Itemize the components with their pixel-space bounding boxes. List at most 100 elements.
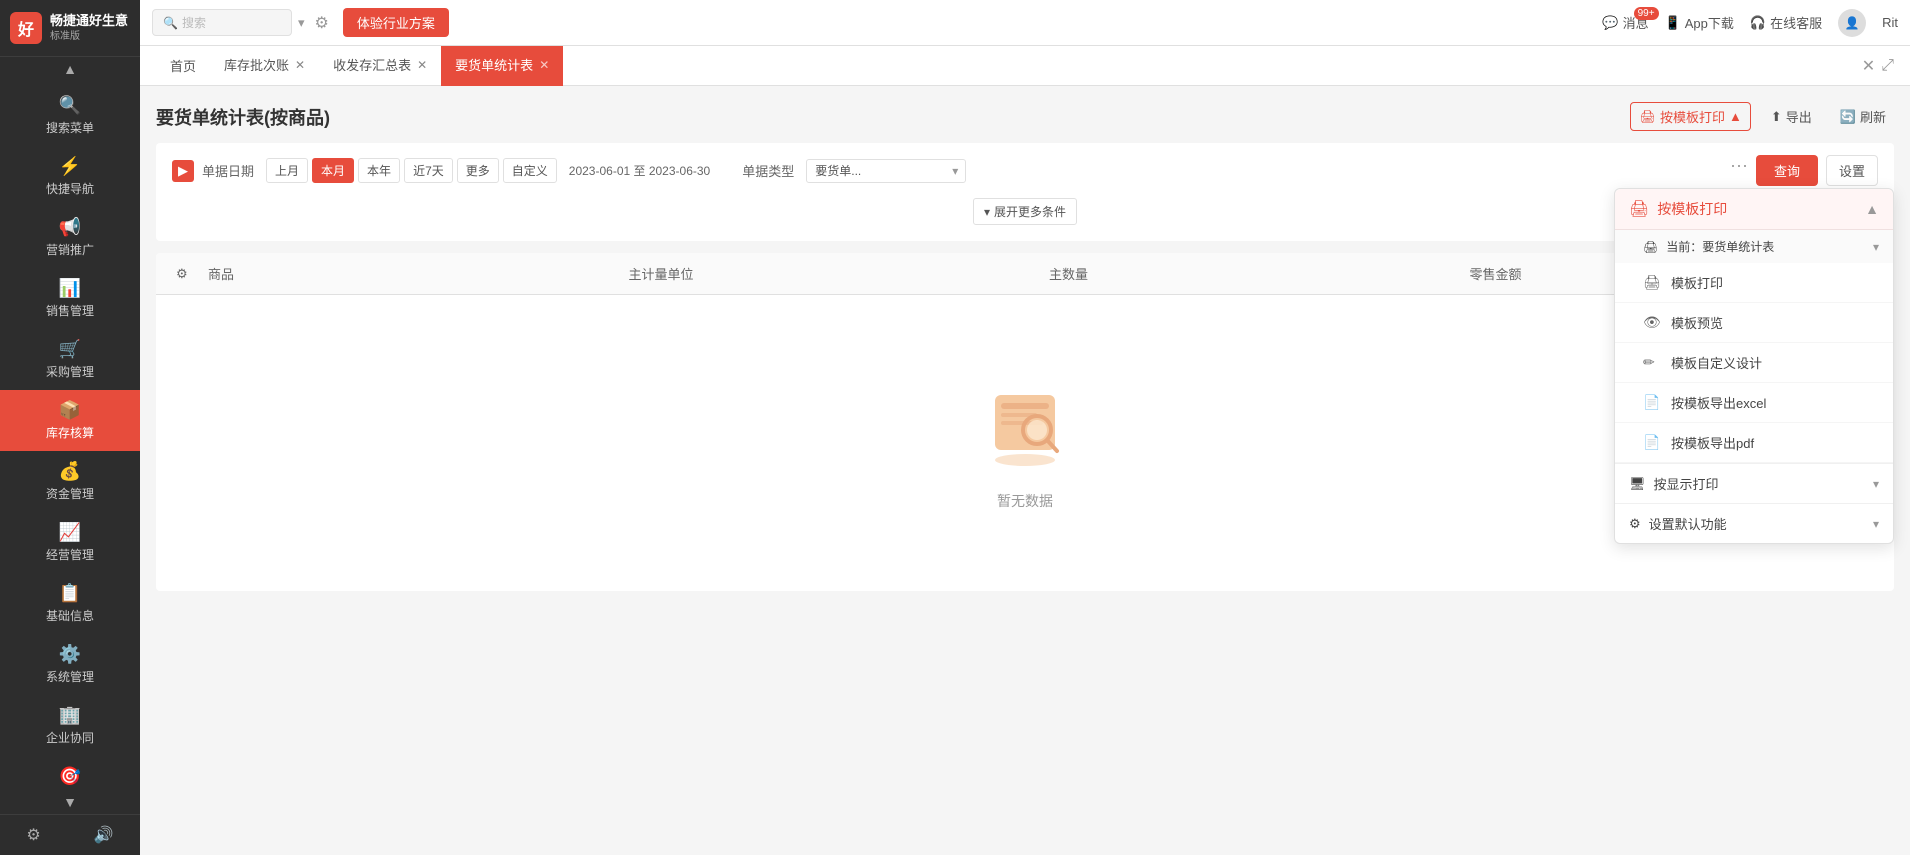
app-download-btn[interactable]: 📱 App下载 bbox=[1665, 13, 1734, 32]
refresh-icon: 🔄 bbox=[1840, 109, 1856, 125]
search-placeholder-text: 搜索 bbox=[182, 14, 206, 31]
topbar-chevron-icon[interactable]: ▾ bbox=[298, 15, 305, 31]
sidebar-item-operation[interactable]: 📈 经营管理 bbox=[0, 512, 140, 573]
dropdown-default-func[interactable]: ⚙ 设置默认功能 ▾ bbox=[1615, 503, 1893, 543]
sidebar-scroll-up[interactable]: ▲ bbox=[0, 57, 140, 81]
date-btn-7days[interactable]: 近7天 bbox=[404, 158, 453, 183]
sidebar-scroll-down[interactable]: ▼ bbox=[0, 790, 140, 814]
sidebar-item-finance[interactable]: 💰 资金管理 bbox=[0, 451, 140, 512]
dropdown-item-template-print[interactable]: 🖨 模板打印 bbox=[1615, 263, 1893, 303]
print-dropdown-menu: 🖨 按模板打印 ▲ 🖨 当前：要货单统计表 ▾ 🖨 模板打印 👁 模板预览 bbox=[1614, 188, 1894, 544]
sidebar-item-marketing[interactable]: 📢 营销推广 bbox=[0, 207, 140, 268]
date-filter-label: 单据日期 bbox=[202, 161, 254, 180]
expand-label: 展开更多条件 bbox=[994, 203, 1066, 220]
page-actions: 🖨 按模板打印 ▲ ⬆ 导出 🔄 刷新 bbox=[1630, 102, 1894, 131]
purchase-icon: 🛒 bbox=[59, 339, 81, 360]
sales-icon: 📊 bbox=[59, 278, 81, 299]
tab-close-icon[interactable]: ✕ bbox=[417, 58, 427, 72]
date-btn-this-year[interactable]: 本年 bbox=[358, 158, 400, 183]
refresh-label: 刷新 bbox=[1860, 107, 1886, 126]
sidebar-item-guide[interactable]: 🎯 新手引导 bbox=[0, 756, 140, 790]
date-btn-custom[interactable]: 自定义 bbox=[503, 158, 557, 183]
sidebar: 好 畅捷通好生意 标准版 ▲ 🔍 搜索菜单 ⚡ 快捷导航 📢 营销推广 📊 销售… bbox=[0, 0, 140, 855]
tab-close-icon[interactable]: ✕ bbox=[539, 58, 549, 72]
guide-icon: 🎯 bbox=[59, 766, 81, 787]
tab-receipt-summary[interactable]: 收发存汇总表 ✕ bbox=[319, 46, 441, 86]
refresh-btn[interactable]: 🔄 刷新 bbox=[1832, 103, 1894, 130]
main-area: 🔍 搜索 ▾ ⚙ 体验行业方案 💬 消息 99+ 📱 App下载 🎧 在线客服 … bbox=[140, 0, 1910, 855]
sidebar-item-enterprise[interactable]: 🏢 企业协同 bbox=[0, 695, 140, 756]
sidebar-item-inventory[interactable]: 📦 库存核算 bbox=[0, 390, 140, 451]
date-btn-this-month[interactable]: 本月 bbox=[312, 158, 354, 183]
export-btn[interactable]: ⬆ 导出 bbox=[1763, 103, 1820, 130]
basic-info-icon: 📋 bbox=[59, 583, 81, 604]
topbar-gear-icon[interactable]: ⚙ bbox=[315, 13, 329, 33]
template-preview-icon: 👁 bbox=[1643, 314, 1661, 331]
dropdown-item-template-design[interactable]: ✏ 模板自定义设计 bbox=[1615, 343, 1893, 383]
export-pdf-label: 按模板导出pdf bbox=[1671, 433, 1754, 452]
search-icon: 🔍 bbox=[163, 16, 178, 30]
settings-bottom-icon[interactable]: ⚙ bbox=[26, 825, 40, 845]
topbar: 🔍 搜索 ▾ ⚙ 体验行业方案 💬 消息 99+ 📱 App下载 🎧 在线客服 … bbox=[140, 0, 1910, 46]
operation-icon: 📈 bbox=[59, 522, 81, 543]
template-print-icon: 🖨 bbox=[1643, 274, 1661, 291]
tab-label: 收发存汇总表 bbox=[333, 55, 411, 74]
sidebar-item-label: 采购管理 bbox=[46, 363, 94, 380]
current-item-left: 🖨 当前：要货单统计表 bbox=[1643, 238, 1774, 255]
inventory-icon: 📦 bbox=[59, 400, 81, 421]
industry-btn[interactable]: 体验行业方案 bbox=[343, 8, 449, 37]
sidebar-item-purchase[interactable]: 🛒 采购管理 bbox=[0, 329, 140, 390]
empty-text: 暂无数据 bbox=[997, 491, 1053, 511]
query-btn[interactable]: 查询 bbox=[1756, 155, 1818, 186]
expand-tabs-icon[interactable]: ⤢ bbox=[1881, 57, 1894, 75]
order-type-select[interactable]: 要货单... bbox=[806, 159, 966, 183]
settings-btn[interactable]: 设置 bbox=[1826, 155, 1878, 186]
default-func-arrow: ▾ bbox=[1873, 517, 1879, 531]
tab-batch-account[interactable]: 库存批次账 ✕ bbox=[210, 46, 319, 86]
th-quantity: 主数量 bbox=[1041, 264, 1462, 283]
dropdown-display-print[interactable]: 🖥 按显示打印 ▾ bbox=[1615, 463, 1893, 503]
username-label[interactable]: Rit bbox=[1882, 15, 1898, 30]
sidebar-item-label: 基础信息 bbox=[46, 607, 94, 624]
tab-order-stats[interactable]: 要货单统计表 ✕ bbox=[441, 46, 563, 86]
dropdown-item-export-pdf[interactable]: 📄 按模板导出pdf bbox=[1615, 423, 1893, 463]
sidebar-item-quick-nav[interactable]: ⚡ 快捷导航 bbox=[0, 146, 140, 207]
tab-close-icon[interactable]: ✕ bbox=[295, 58, 305, 72]
more-options-icon[interactable]: ··· bbox=[1730, 155, 1748, 186]
avatar[interactable]: 👤 bbox=[1838, 9, 1866, 37]
dropdown-item-template-preview[interactable]: 👁 模板预览 bbox=[1615, 303, 1893, 343]
sidebar-item-basic-info[interactable]: 📋 基础信息 bbox=[0, 573, 140, 634]
date-btn-more[interactable]: 更多 bbox=[457, 158, 499, 183]
default-func-icon: ⚙ bbox=[1629, 516, 1641, 532]
sidebar-logo: 好 畅捷通好生意 标准版 bbox=[0, 0, 140, 57]
message-btn[interactable]: 💬 消息 99+ bbox=[1602, 13, 1648, 32]
headset-icon: 🎧 bbox=[1750, 15, 1766, 31]
tab-home[interactable]: 首页 bbox=[156, 46, 210, 86]
filter-toggle-btn[interactable]: ▶ bbox=[172, 160, 194, 182]
sidebar-item-label: 经营管理 bbox=[46, 546, 94, 563]
online-service-btn[interactable]: 🎧 在线客服 bbox=[1750, 13, 1822, 32]
close-all-tabs-icon[interactable]: ✕ bbox=[1862, 56, 1875, 76]
print-label: 按模板打印 bbox=[1660, 107, 1725, 126]
template-preview-label: 模板预览 bbox=[1671, 313, 1723, 332]
print-template-btn[interactable]: 🖨 按模板打印 ▲ bbox=[1630, 102, 1750, 131]
sidebar-item-sales[interactable]: 📊 销售管理 bbox=[0, 268, 140, 329]
sidebar-item-label: 快捷导航 bbox=[46, 180, 94, 197]
topbar-search-box[interactable]: 🔍 搜索 bbox=[152, 9, 292, 36]
date-btn-last-month[interactable]: 上月 bbox=[266, 158, 308, 183]
display-print-icon: 🖥 bbox=[1629, 476, 1646, 492]
current-chevron-icon: ▾ bbox=[1873, 240, 1879, 254]
app-logo-text: 畅捷通好生意 标准版 bbox=[50, 12, 128, 44]
current-icon: 🖨 bbox=[1643, 240, 1658, 254]
expand-more-btn[interactable]: ▾ 展开更多条件 bbox=[973, 198, 1077, 225]
printer-icon: 🖨 bbox=[1639, 109, 1656, 125]
dropdown-item-export-excel[interactable]: 📄 按模板导出excel bbox=[1615, 383, 1893, 423]
dropdown-close-btn[interactable]: ▲ bbox=[1865, 201, 1879, 217]
volume-icon[interactable]: 🔊 bbox=[94, 825, 114, 845]
dropdown-current-item[interactable]: 🖨 当前：要货单统计表 ▾ bbox=[1615, 230, 1893, 263]
sidebar-item-system[interactable]: ⚙️ 系统管理 bbox=[0, 634, 140, 695]
phone-icon: 📱 bbox=[1665, 15, 1681, 31]
dropdown-header: 🖨 按模板打印 ▲ bbox=[1615, 189, 1893, 230]
th-settings[interactable]: ⚙ bbox=[168, 266, 200, 282]
sidebar-item-search-menu[interactable]: 🔍 搜索菜单 bbox=[0, 85, 140, 146]
